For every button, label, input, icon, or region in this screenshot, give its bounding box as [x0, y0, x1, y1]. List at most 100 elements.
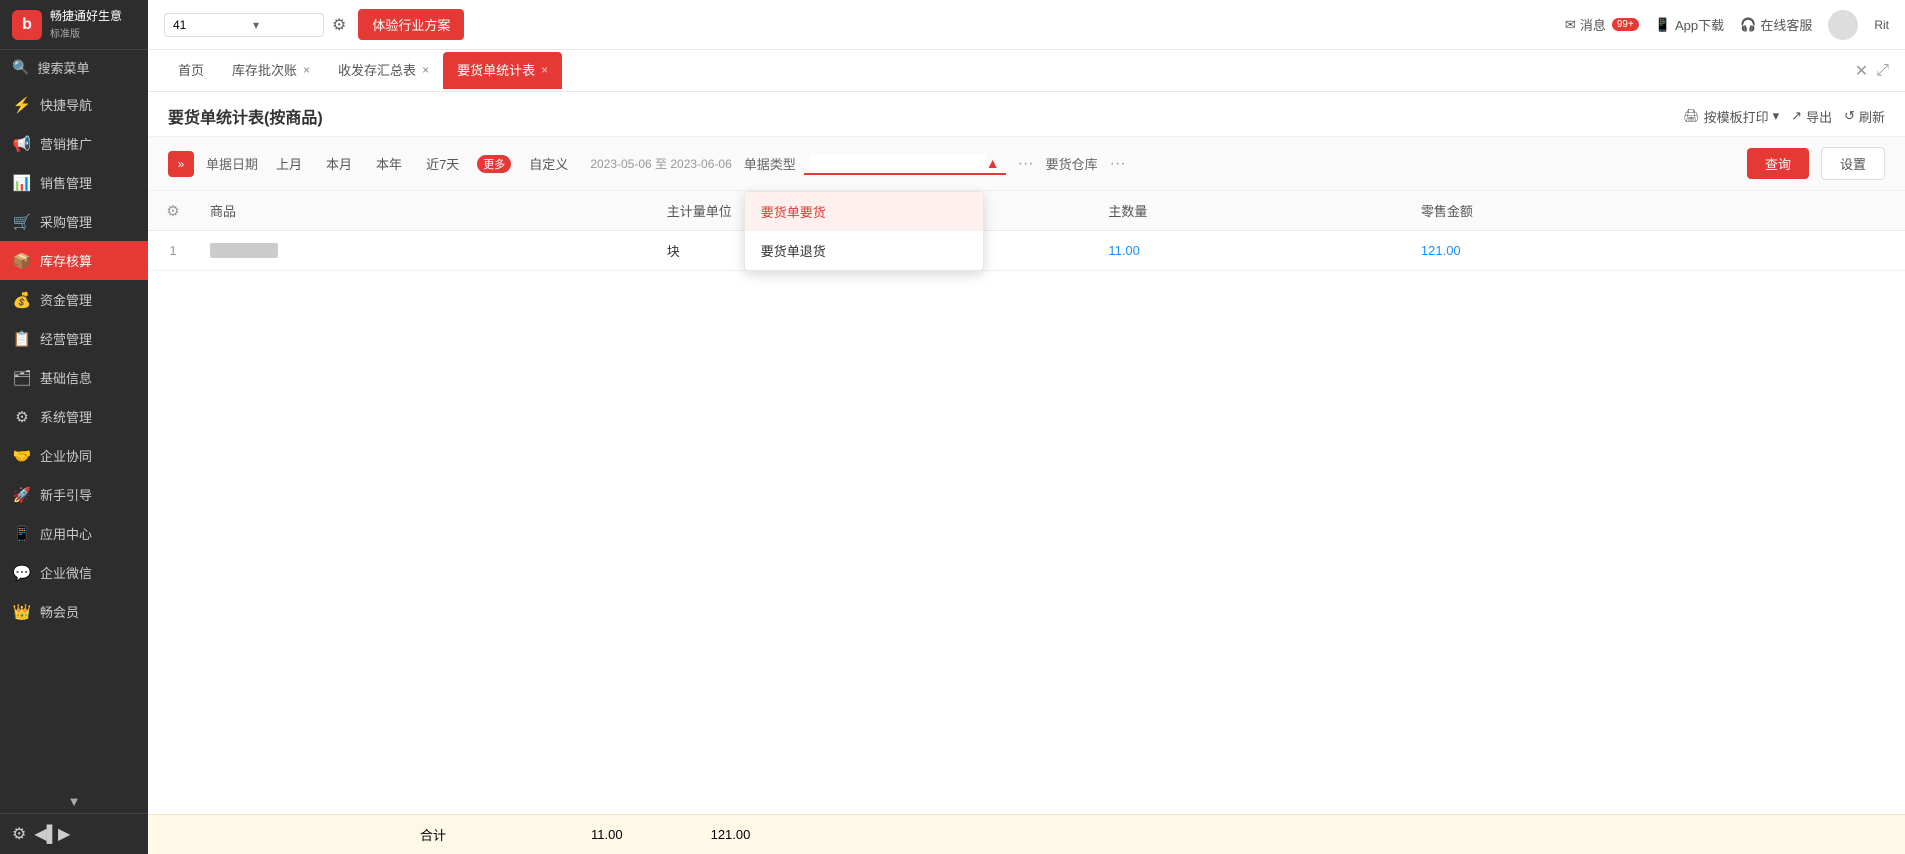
sidebar-item-sales[interactable]: 📊 销售管理	[0, 163, 148, 202]
sidebar-item-system[interactable]: ⚙ 系统管理	[0, 397, 148, 436]
sidebar-search[interactable]: 🔍 搜索菜单	[0, 50, 148, 85]
sidebar-item-marketing[interactable]: 📢 营销推广	[0, 124, 148, 163]
page-title: 要货单统计表(按商品)	[168, 104, 323, 128]
sidebar-item-label: 快捷导航	[40, 95, 92, 114]
filter-settings-button[interactable]: 设置	[1821, 147, 1885, 180]
sidebar-item-label: 新手引导	[40, 485, 92, 504]
amount-link[interactable]: 121.00	[1421, 243, 1461, 258]
refresh-button[interactable]: ↺ 刷新	[1844, 107, 1885, 126]
type-filter-arrow[interactable]: ▲	[986, 155, 1000, 171]
type-filter-dots[interactable]: ···	[1018, 155, 1034, 173]
date-range-display: 2023-05-06 至 2023-06-06	[590, 155, 731, 172]
last-month-btn[interactable]: 上月	[270, 152, 308, 175]
sidebar-item-appstore[interactable]: 📱 应用中心	[0, 514, 148, 553]
sidebar-item-finance[interactable]: 💰 资金管理	[0, 280, 148, 319]
tab-batch-account-label: 库存批次账	[232, 60, 297, 79]
guide-icon: 🚀	[12, 486, 32, 504]
tab-order-stats[interactable]: 要货单统计表 ×	[443, 52, 562, 89]
mobile-icon: 📱	[1655, 17, 1671, 33]
tab-batch-account[interactable]: 库存批次账 ×	[218, 52, 324, 89]
online-service-item[interactable]: 🎧 在线客服	[1740, 15, 1812, 34]
col-amount: 零售金额	[1409, 191, 1786, 231]
sidebar-item-quick-nav[interactable]: ⚡ 快捷导航	[0, 85, 148, 124]
messages-label: 消息	[1580, 15, 1606, 34]
sidebar-item-operations[interactable]: 📋 经营管理	[0, 319, 148, 358]
sidebar-item-basics[interactable]: 🗂 基础信息	[0, 358, 148, 397]
cell-product: ████ ███	[198, 231, 655, 271]
cell-amount: 121.00	[1409, 231, 1786, 271]
sidebar-item-guide[interactable]: 🚀 新手引导	[0, 475, 148, 514]
sidebar-search-label: 搜索菜单	[37, 58, 89, 77]
filter-type-section: 单据类型 ▲ ··· 要货单要货 要货单退货	[744, 153, 1034, 175]
print-button[interactable]: 🖨 按模板打印 ▾	[1683, 107, 1779, 126]
settings-bottom-icon[interactable]: ⚙	[12, 824, 26, 844]
app-download-item[interactable]: 📱 App下载	[1655, 15, 1724, 34]
sidebar-item-inventory[interactable]: 📦 库存核算	[0, 241, 148, 280]
sidebar-item-wechat[interactable]: 💬 企业微信	[0, 553, 148, 592]
footer-quantity: 11.00	[591, 827, 623, 842]
tab-receipt-summary[interactable]: 收发存汇总表 ×	[324, 52, 443, 89]
type-input-wrap: ▲	[804, 153, 1006, 175]
sidebar-scroll-down[interactable]: ▼	[0, 790, 148, 813]
finance-icon: 💰	[12, 291, 32, 309]
messages-item[interactable]: ✉ 消息 99+	[1565, 15, 1639, 34]
table-settings-icon[interactable]: ⚙	[166, 203, 179, 220]
col-extra	[1786, 191, 1905, 231]
promo-button[interactable]: 体验行业方案	[358, 9, 464, 40]
user-name: Rit	[1874, 18, 1889, 32]
this-month-btn[interactable]: 本月	[320, 152, 358, 175]
dropdown-item-order-return[interactable]: 要货单退货	[745, 231, 983, 270]
table-row: 1 ████ ███ 块 11.00 121.00	[148, 231, 1905, 271]
sidebar-item-enterprise[interactable]: 🤝 企业协同	[0, 436, 148, 475]
dropdown-item-label: 要货单要货	[761, 205, 826, 220]
tab-order-stats-close[interactable]: ×	[541, 63, 548, 77]
this-year-btn[interactable]: 本年	[370, 152, 408, 175]
quantity-link[interactable]: 11.00	[1108, 243, 1140, 258]
date-filter-label: 单据日期	[206, 154, 258, 173]
sidebar-item-label: 基础信息	[40, 368, 92, 387]
sidebar-nav: ⚡ 快捷导航 📢 营销推广 📊 销售管理 🛒 采购管理 📦 库存核算 💰 资金管…	[0, 85, 148, 790]
vip-icon: 👑	[12, 603, 32, 621]
topbar-dropdown-btn[interactable]: ▾	[253, 18, 259, 32]
filter-expand-button[interactable]: »	[168, 151, 194, 177]
content-area: 要货单统计表(按商品) 🖨 按模板打印 ▾ ↗ 导出 ↺ 刷新 »	[148, 92, 1905, 854]
cell-extra	[1786, 231, 1905, 271]
footer-label: 合计	[420, 825, 446, 844]
sidebar-item-label: 销售管理	[40, 173, 92, 192]
table-footer: 合计 11.00 121.00	[148, 814, 1905, 854]
marketing-icon: 📢	[12, 135, 32, 153]
tab-home[interactable]: 首页	[164, 52, 218, 89]
export-button[interactable]: ↗ 导出	[1791, 107, 1832, 126]
print-icon: 🖨	[1683, 108, 1700, 124]
sidebar-toggle-icon[interactable]: ◀▌▶	[34, 824, 70, 844]
type-filter-input[interactable]	[810, 155, 986, 170]
topbar-search-input[interactable]	[173, 18, 253, 32]
sidebar-item-label: 资金管理	[40, 290, 92, 309]
app-logo-icon: b	[12, 10, 42, 40]
cell-quantity: 11.00	[1096, 231, 1409, 271]
warehouse-filter-dots[interactable]: ···	[1110, 155, 1126, 173]
sidebar-item-label: 企业微信	[40, 563, 92, 582]
tab-expand-icon[interactable]: ⤢	[1876, 62, 1889, 80]
more-dates-tag[interactable]: 更多	[477, 155, 511, 173]
tab-close-all-icon[interactable]: ✕	[1855, 61, 1868, 81]
query-button[interactable]: 查询	[1747, 148, 1809, 179]
last-7-days-btn[interactable]: 近7天	[420, 152, 465, 175]
user-avatar[interactable]	[1828, 10, 1858, 40]
col-settings: ⚙	[148, 191, 198, 231]
sidebar-logo-text-wrap: 畅捷通好生意 标准版	[50, 9, 122, 40]
sidebar-item-vip[interactable]: 👑 畅会员	[0, 592, 148, 631]
topbar: ▾ ⚙ 体验行业方案 ✉ 消息 99+ 📱 App下载 🎧 在线客服 Rit	[148, 0, 1905, 50]
sidebar-item-purchase[interactable]: 🛒 采购管理	[0, 202, 148, 241]
dropdown-item-order-goods[interactable]: 要货单要货	[745, 192, 983, 231]
col-quantity: 主数量	[1096, 191, 1409, 231]
topbar-gear-icon[interactable]: ⚙	[332, 15, 346, 35]
sidebar-item-label: 企业协同	[40, 446, 92, 465]
custom-date-btn[interactable]: 自定义	[523, 152, 574, 175]
tab-receipt-summary-close[interactable]: ×	[422, 63, 429, 77]
type-filter-label: 单据类型	[744, 154, 796, 173]
main-area: ▾ ⚙ 体验行业方案 ✉ 消息 99+ 📱 App下载 🎧 在线客服 Rit	[148, 0, 1905, 854]
sidebar-bottom: ⚙ ◀▌▶	[0, 813, 148, 854]
tab-batch-account-close[interactable]: ×	[303, 63, 310, 77]
messages-icon: ✉	[1565, 17, 1576, 33]
